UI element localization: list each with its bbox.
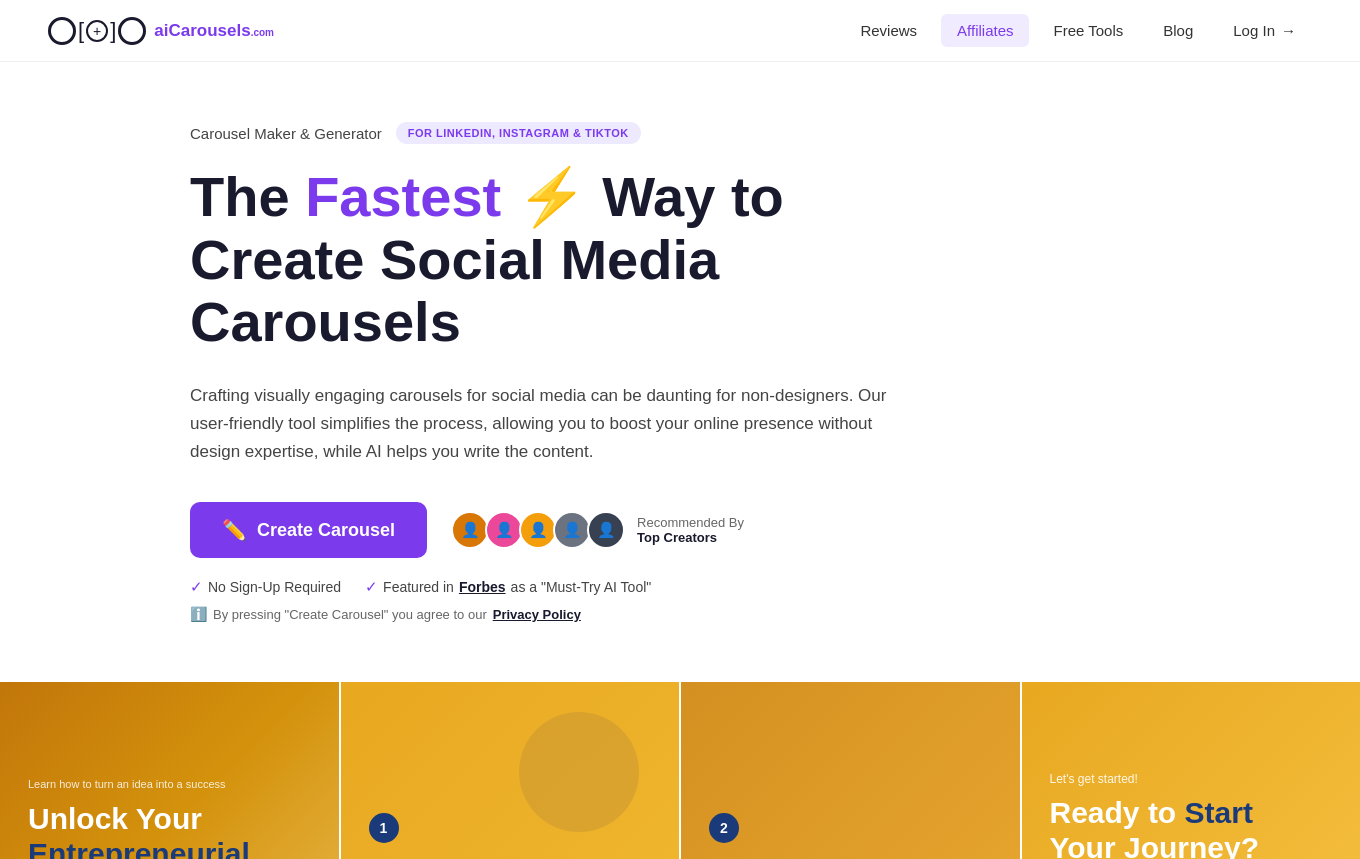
navbar: [ + ] aiCarousels.com Reviews Affiliates… bbox=[0, 0, 1360, 62]
strip-card-3-inner: 2 Create a Plan Set goals, create a budg… bbox=[681, 682, 1020, 859]
avatars-group: 👤 👤 👤 👤 👤 Recommended By Top Creators bbox=[451, 511, 744, 549]
hero-title: The Fastest ⚡ Way to Create Social Media… bbox=[190, 166, 950, 354]
strip-card-4: Let's get started! Ready to Start Your J… bbox=[1022, 682, 1361, 859]
forbes-link[interactable]: Forbes bbox=[459, 579, 506, 595]
strip-card-3: 2 Create a Plan Set goals, create a budg… bbox=[681, 682, 1020, 859]
strip-card-1-label: Learn how to turn an idea into a success bbox=[28, 778, 311, 790]
logo-text-block: aiCarousels.com bbox=[154, 21, 274, 41]
avatar-4: 👤 bbox=[553, 511, 591, 549]
hero-privacy: ℹ️ By pressing "Create Carousel" you agr… bbox=[190, 606, 1312, 622]
create-icon: ✏️ bbox=[222, 518, 247, 542]
logo-text: aiCarousels.com bbox=[154, 21, 274, 40]
avatar-3: 👤 bbox=[519, 511, 557, 549]
hero-subtitle: Carousel Maker & Generator bbox=[190, 125, 382, 142]
logo-circle-left bbox=[48, 17, 76, 45]
logo[interactable]: [ + ] aiCarousels.com bbox=[48, 17, 274, 45]
hero-badge-row: Carousel Maker & Generator FOR LINKEDIN,… bbox=[190, 122, 1312, 144]
recommend-text: Recommended By Top Creators bbox=[637, 515, 744, 545]
nav-reviews[interactable]: Reviews bbox=[844, 14, 933, 47]
strip-card-4-inner: Let's get started! Ready to Start Your J… bbox=[1022, 682, 1361, 859]
check-forbes: ✓ Featured in Forbes as a "Must-Try AI T… bbox=[365, 578, 651, 596]
strip-card-2: 1 Define Your Idea A solid foundation st… bbox=[341, 682, 680, 859]
nav-blog[interactable]: Blog bbox=[1147, 14, 1209, 47]
avatar-1: 👤 bbox=[451, 511, 489, 549]
carousel-preview-strip: Learn how to turn an idea into a success… bbox=[0, 682, 1360, 859]
strip-card-1-inner: Learn how to turn an idea into a success… bbox=[0, 682, 339, 859]
nav-login[interactable]: Log In → bbox=[1217, 14, 1312, 47]
check-icon-2: ✓ bbox=[365, 578, 378, 596]
avatar-5: 👤 bbox=[587, 511, 625, 549]
strip-card-2-num: 1 bbox=[369, 813, 399, 843]
strip-card-1: Learn how to turn an idea into a success… bbox=[0, 682, 339, 859]
create-carousel-button[interactable]: ✏️ Create Carousel bbox=[190, 502, 427, 558]
nav-affiliates[interactable]: Affiliates bbox=[941, 14, 1029, 47]
check-no-signup: ✓ No Sign-Up Required bbox=[190, 578, 341, 596]
hero-description: Crafting visually engaging carousels for… bbox=[190, 382, 910, 466]
avatar-2: 👤 bbox=[485, 511, 523, 549]
info-icon: ℹ️ bbox=[190, 606, 207, 622]
logo-icon: [ + ] bbox=[48, 17, 146, 45]
logo-bracket-close: ] bbox=[110, 18, 116, 44]
check-icon-1: ✓ bbox=[190, 578, 203, 596]
nav-links: Reviews Affiliates Free Tools Blog Log I… bbox=[844, 14, 1312, 47]
logo-bracket-open: [ bbox=[78, 18, 84, 44]
strip-card-3-num: 2 bbox=[709, 813, 739, 843]
login-arrow-icon: → bbox=[1281, 22, 1296, 39]
hero-checks: ✓ No Sign-Up Required ✓ Featured in Forb… bbox=[190, 578, 1312, 596]
strip-card-4-title: Ready to Start Your Journey? bbox=[1050, 796, 1333, 859]
privacy-policy-link[interactable]: Privacy Policy bbox=[493, 607, 581, 622]
strip-card-4-label: Let's get started! bbox=[1050, 772, 1333, 786]
strip-card-1-title: Unlock Your Entrepreneurial Potential bbox=[28, 802, 311, 859]
hero-badge: FOR LINKEDIN, INSTAGRAM & TIKTOK bbox=[396, 122, 641, 144]
nav-free-tools[interactable]: Free Tools bbox=[1037, 14, 1139, 47]
strip-circle-deco bbox=[519, 712, 639, 832]
logo-plus-icon: + bbox=[86, 20, 108, 42]
logo-circle-right bbox=[118, 17, 146, 45]
hero-cta-row: ✏️ Create Carousel 👤 👤 👤 👤 👤 Recommended… bbox=[190, 502, 1312, 558]
hero-section: Carousel Maker & Generator FOR LINKEDIN,… bbox=[0, 62, 1360, 662]
